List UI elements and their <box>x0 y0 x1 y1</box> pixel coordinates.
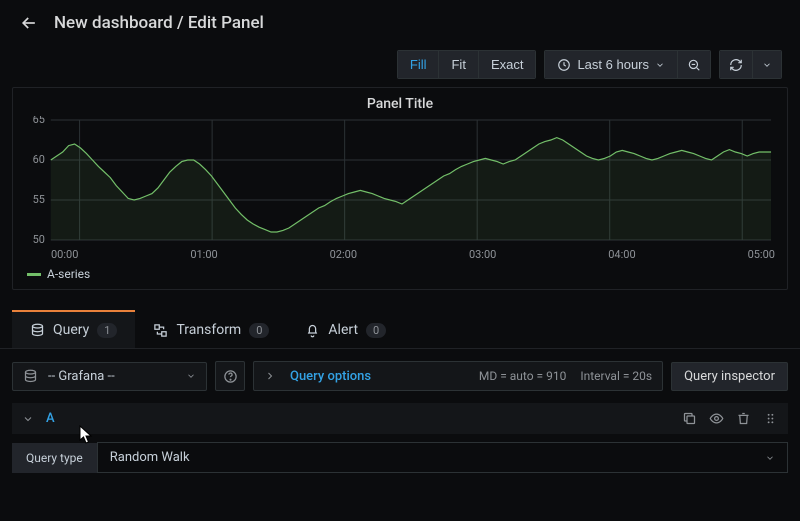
zoom-out-icon <box>687 58 701 72</box>
time-range-group: Last 6 hours <box>544 50 711 79</box>
svg-text:55: 55 <box>33 193 45 206</box>
time-range-button[interactable]: Last 6 hours <box>545 51 677 78</box>
tab-query[interactable]: Query 1 <box>12 310 135 348</box>
database-icon <box>23 369 38 384</box>
refresh-interval-button[interactable] <box>752 51 781 78</box>
query-type-label: Query type <box>12 443 97 473</box>
tab-transform-label: Transform <box>176 322 241 338</box>
chart-area[interactable]: 50 55 60 65 <box>23 116 777 246</box>
query-type-select[interactable]: Random Walk <box>97 442 788 473</box>
clock-icon <box>557 58 571 72</box>
zoom-out-button[interactable] <box>677 51 710 78</box>
chevron-down-icon <box>186 371 196 381</box>
refresh-icon <box>729 58 743 72</box>
query-interval: Interval = 20s <box>580 369 652 383</box>
page-title: New dashboard / Edit Panel <box>54 13 264 33</box>
query-options-bar[interactable]: Query options MD = auto = 910 Interval =… <box>253 361 663 391</box>
query-inspector-button[interactable]: Query inspector <box>671 362 788 391</box>
question-icon <box>223 369 238 384</box>
chevron-down-icon <box>765 453 775 463</box>
datasource-select[interactable]: -- Grafana -- <box>12 362 207 391</box>
back-button[interactable] <box>18 12 40 34</box>
query-row: A <box>12 403 788 434</box>
query-type-value: Random Walk <box>110 450 190 465</box>
chevron-right-icon <box>264 370 276 382</box>
fill-button[interactable]: Fill <box>398 51 439 78</box>
tab-alert[interactable]: Alert 0 <box>287 312 404 348</box>
database-icon <box>30 323 45 338</box>
datasource-help-button[interactable] <box>215 361 245 391</box>
chart-panel: Panel Title 50 55 60 65 00:0001:0002:0003:0… <box>12 87 788 290</box>
datasource-name: -- Grafana -- <box>48 369 115 384</box>
tab-alert-label: Alert <box>328 322 358 338</box>
legend[interactable]: A-series <box>17 263 783 283</box>
tab-query-label: Query <box>53 322 89 338</box>
tab-transform-count: 0 <box>249 323 269 338</box>
chevron-down-icon <box>655 60 665 70</box>
bottom-tabs: Query 1 Transform 0 Alert 0 <box>0 312 800 349</box>
tab-query-count: 1 <box>97 323 117 338</box>
eye-icon[interactable] <box>709 411 724 426</box>
legend-label: A-series <box>47 267 90 281</box>
transform-icon <box>153 323 168 338</box>
query-refid[interactable]: A <box>46 411 55 426</box>
chevron-down-icon <box>762 60 772 70</box>
exact-button[interactable]: Exact <box>478 51 536 78</box>
svg-text:60: 60 <box>33 153 45 166</box>
drag-handle-icon[interactable] <box>763 411 778 426</box>
refresh-group <box>719 50 782 79</box>
duplicate-icon[interactable] <box>682 411 697 426</box>
refresh-button[interactable] <box>720 51 752 78</box>
trash-icon[interactable] <box>736 411 751 426</box>
fit-button[interactable]: Fit <box>438 51 477 78</box>
tab-alert-count: 0 <box>366 323 386 338</box>
x-axis-ticks: 00:0001:0002:0003:0004:0005:00 <box>17 246 783 263</box>
panel-title: Panel Title <box>17 96 783 116</box>
fit-mode-group: Fill Fit Exact <box>397 50 537 79</box>
query-options-label: Query options <box>290 369 371 384</box>
query-md: MD = auto = 910 <box>479 369 566 383</box>
tab-transform[interactable]: Transform 0 <box>135 312 287 348</box>
svg-text:50: 50 <box>33 233 45 246</box>
time-range-label: Last 6 hours <box>577 57 649 72</box>
svg-text:65: 65 <box>33 116 45 126</box>
legend-swatch <box>27 273 41 276</box>
bell-icon <box>305 323 320 338</box>
chevron-down-icon[interactable] <box>22 413 34 425</box>
